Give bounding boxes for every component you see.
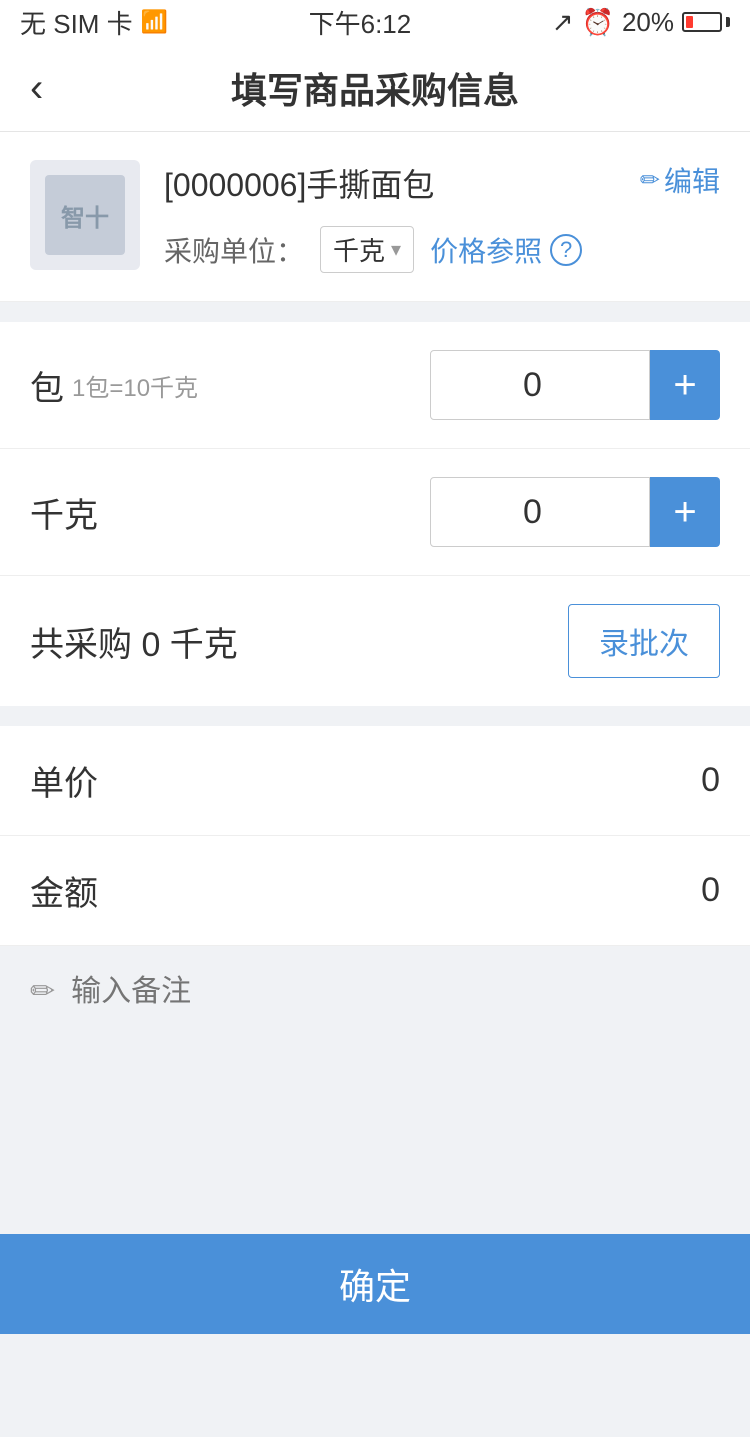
time-label: 下午6:12 <box>309 4 412 41</box>
confirm-button[interactable]: 确定 <box>0 1234 750 1334</box>
product-card: 智十 [0000006]手撕面包 ✏ 编辑 采购单位： 千克 ▾ 价格参照 ? <box>0 132 750 302</box>
unit-price-row: 单价 0 <box>0 726 750 836</box>
kg-plus-button[interactable]: + <box>650 477 720 547</box>
price-ref-label: 价格参照 <box>430 230 542 270</box>
batch-button[interactable]: 录批次 <box>568 604 720 678</box>
product-name: [0000006]手撕面包 <box>164 160 434 206</box>
section-divider-1 <box>0 302 750 322</box>
status-right: ↗ ⏰ 20% <box>552 7 730 38</box>
bag-input-wrapper: + <box>430 350 720 420</box>
product-logo: 智十 <box>45 175 125 255</box>
edit-icon: ✏ <box>640 166 660 195</box>
battery-indicator <box>682 12 730 32</box>
summary-row: 共采购 0 千克 录批次 <box>0 576 750 706</box>
nav-bar: ‹ 填写商品采购信息 <box>0 44 750 132</box>
edit-label: 编辑 <box>664 160 720 200</box>
remarks-input[interactable] <box>71 975 720 1009</box>
bag-row: 包 1包=10千克 + <box>0 322 750 449</box>
kg-label: 千克 <box>30 488 98 537</box>
unit-selector[interactable]: 千克 ▾ <box>320 226 414 273</box>
price-ref-button[interactable]: 价格参照 ? <box>430 230 582 270</box>
unit-price-value: 0 <box>701 761 720 800</box>
product-info: [0000006]手撕面包 ✏ 编辑 采购单位： 千克 ▾ 价格参照 ? <box>164 160 720 273</box>
location-icon: ↗ <box>552 7 574 38</box>
product-unit: 采购单位： 千克 ▾ 价格参照 ? <box>164 226 720 273</box>
unit-value: 千克 <box>333 231 385 268</box>
product-header: [0000006]手撕面包 ✏ 编辑 <box>164 160 720 206</box>
amount-row: 金额 0 <box>0 836 750 946</box>
bag-label: 包 <box>30 361 64 410</box>
carrier-label: 无 SIM 卡 <box>20 4 133 41</box>
section-divider-2 <box>0 706 750 726</box>
pencil-icon: ✏ <box>30 974 55 1009</box>
alarm-icon: ⏰ <box>582 7 614 38</box>
page-title: 填写商品采购信息 <box>231 62 519 114</box>
price-section: 单价 0 金额 0 <box>0 726 750 946</box>
kg-row: 千克 + <box>0 449 750 576</box>
kg-input[interactable] <box>430 477 650 547</box>
battery-label: 20% <box>622 7 674 38</box>
back-button[interactable]: ‹ <box>30 68 43 108</box>
bag-plus-button[interactable]: + <box>650 350 720 420</box>
status-bar: 无 SIM 卡 📶 下午6:12 ↗ ⏰ 20% <box>0 0 750 44</box>
remarks-section: ✏ <box>0 946 750 1037</box>
unit-dropdown-icon: ▾ <box>391 237 401 262</box>
product-image: 智十 <box>30 160 140 270</box>
kg-input-wrapper: + <box>430 477 720 547</box>
bag-input[interactable] <box>430 350 650 420</box>
price-ref-question-icon: ? <box>550 234 582 266</box>
unit-label: 采购单位： <box>164 230 304 270</box>
status-left: 无 SIM 卡 📶 <box>20 4 168 41</box>
amount-value: 0 <box>701 871 720 910</box>
unit-price-label: 单价 <box>30 756 701 805</box>
wifi-icon: 📶 <box>141 9 168 35</box>
quantity-form: 包 1包=10千克 + 千克 + 共采购 0 千克 录批次 <box>0 322 750 706</box>
amount-label: 金额 <box>30 866 701 915</box>
bag-sublabel: 1包=10千克 <box>72 368 198 403</box>
edit-button[interactable]: ✏ 编辑 <box>640 160 720 200</box>
summary-text: 共采购 0 千克 <box>30 617 568 666</box>
